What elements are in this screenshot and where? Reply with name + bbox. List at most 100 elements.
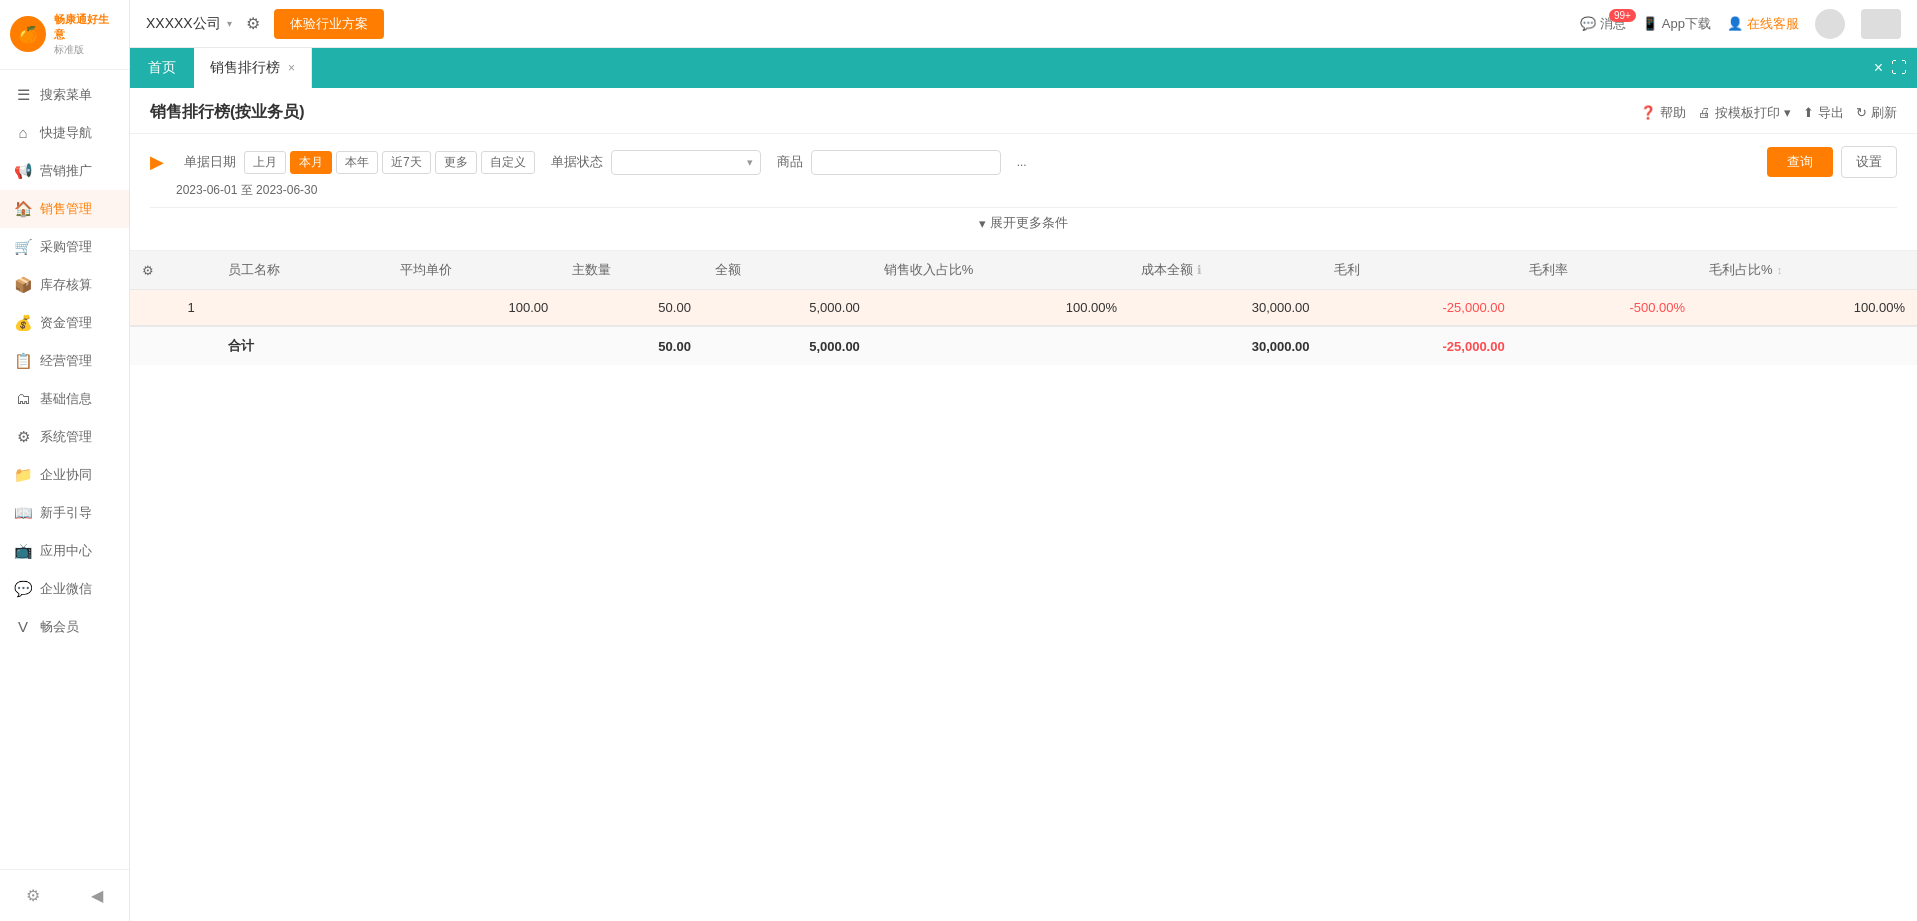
cost-info-icon[interactable]: ℹ bbox=[1197, 263, 1202, 277]
help-label: 帮助 bbox=[1660, 104, 1686, 122]
sidebar-marketing-label: 营销推广 bbox=[40, 162, 92, 180]
sidebar-purchase-label: 采购管理 bbox=[40, 238, 92, 256]
sidebar-purchase-icon: 🛒 bbox=[14, 238, 32, 256]
sidebar-item-enterprise-coop[interactable]: 📁 企业协同 bbox=[0, 456, 129, 494]
sidebar-settings-icon[interactable]: ⚙ bbox=[20, 880, 46, 911]
col-gross-rate-label: 毛利率 bbox=[1529, 261, 1568, 279]
sidebar-item-app-center[interactable]: 📺 应用中心 bbox=[0, 532, 129, 570]
export-button[interactable]: ⬆ 导出 bbox=[1803, 104, 1844, 122]
tab-close-window-icon[interactable]: × bbox=[1874, 59, 1883, 77]
sidebar-item-guide[interactable]: 📖 新手引导 bbox=[0, 494, 129, 532]
sidebar-item-basic-info[interactable]: 🗂 基础信息 bbox=[0, 380, 129, 418]
status-filter: 单据状态 bbox=[551, 150, 761, 175]
row-gross-pct-0: 100.00% bbox=[1697, 290, 1917, 327]
sidebar-app-center-label: 应用中心 bbox=[40, 542, 92, 560]
date-btn-custom[interactable]: 自定义 bbox=[481, 151, 535, 174]
tab-sales-ranking[interactable]: 销售排行榜 × bbox=[194, 48, 312, 88]
date-filter: 单据日期 上月 本月 本年 近7天 更多 自定义 bbox=[184, 151, 535, 174]
tab-fullscreen-icon[interactable]: ⛶ bbox=[1891, 59, 1907, 77]
col-gross-label: 毛利 bbox=[1334, 261, 1360, 279]
app-label: App下载 bbox=[1662, 15, 1711, 33]
logo-title: 畅康通好生意 bbox=[54, 12, 119, 43]
footer-label: 合计 bbox=[216, 326, 388, 365]
sidebar-inventory-label: 库存核算 bbox=[40, 276, 92, 294]
refresh-button[interactable]: ↻ 刷新 bbox=[1856, 104, 1897, 122]
topbar-right: 💬 消息 99+ 📱 App下载 👤 在线客服 bbox=[1580, 9, 1901, 39]
page-header: 销售排行榜(按业务员) ❓ 帮助 🖨 按模板打印 ▾ ⬆ 导出 bbox=[130, 88, 1917, 134]
export-label: 导出 bbox=[1818, 104, 1844, 122]
row-settings-0 bbox=[130, 290, 166, 327]
main-area: XXXXX公司 ▾ ⚙ 体验行业方案 💬 消息 99+ 📱 App下载 👤 在线… bbox=[130, 0, 1917, 921]
topbar-gear-icon[interactable]: ⚙ bbox=[246, 14, 260, 33]
print-label: 按模板打印 bbox=[1715, 104, 1780, 122]
footer-empty-1 bbox=[130, 326, 166, 365]
sidebar-nav: ☰ 搜索菜单 ⌂ 快捷导航 📢 营销推广 🏠 销售管理 🛒 采购管理 📦 库存核… bbox=[0, 70, 129, 869]
content-area: 销售排行榜(按业务员) ❓ 帮助 🖨 按模板打印 ▾ ⬆ 导出 bbox=[130, 88, 1917, 921]
date-range-buttons: 上月 本月 本年 近7天 更多 自定义 bbox=[244, 151, 535, 174]
service-label: 在线客服 bbox=[1747, 15, 1799, 33]
page-actions: ❓ 帮助 🖨 按模板打印 ▾ ⬆ 导出 ↻ 刷新 bbox=[1640, 104, 1897, 122]
date-btn-this-month[interactable]: 本月 bbox=[290, 151, 332, 174]
tab-controls: × ⛶ bbox=[1864, 48, 1917, 88]
sidebar-item-system[interactable]: ⚙ 系统管理 bbox=[0, 418, 129, 456]
date-range-text: 2023-06-01 至 2023-06-30 bbox=[176, 183, 317, 197]
col-name-label: 员工名称 bbox=[228, 261, 280, 279]
sidebar-item-enterprise-wx[interactable]: 💬 企业微信 bbox=[0, 570, 129, 608]
date-btn-this-year[interactable]: 本年 bbox=[336, 151, 378, 174]
user-avatar[interactable] bbox=[1815, 9, 1845, 39]
date-btn-more[interactable]: 更多 bbox=[435, 151, 477, 174]
filter-right-actions: 查询 设置 bbox=[1767, 146, 1897, 178]
tab-close-icon[interactable]: × bbox=[288, 61, 295, 75]
app-download-button[interactable]: 📱 App下载 bbox=[1642, 15, 1711, 33]
status-select[interactable] bbox=[611, 150, 761, 175]
column-settings-icon[interactable]: ⚙ bbox=[142, 263, 154, 278]
footer-gross: -25,000.00 bbox=[1322, 326, 1517, 365]
row-gross-rate-0: -500.00% bbox=[1517, 290, 1697, 327]
sidebar-item-search[interactable]: ☰ 搜索菜单 bbox=[0, 76, 129, 114]
message-button[interactable]: 💬 消息 99+ bbox=[1580, 15, 1626, 33]
user-name-area bbox=[1861, 9, 1901, 39]
sidebar-system-label: 系统管理 bbox=[40, 428, 92, 446]
date-btn-7days[interactable]: 近7天 bbox=[382, 151, 431, 174]
print-icon: 🖨 bbox=[1698, 105, 1711, 120]
footer-cost: 30,000.00 bbox=[1129, 326, 1322, 365]
footer-quantity: 50.00 bbox=[560, 326, 703, 365]
table-footer-row: 合计 50.00 5,000.00 30,000.00 -25,000.00 bbox=[130, 326, 1917, 365]
sidebar-item-marketing[interactable]: 📢 营销推广 bbox=[0, 152, 129, 190]
more-filters-icon[interactable]: ... bbox=[1017, 155, 1027, 169]
gross-pct-sort-icon[interactable]: ↕ bbox=[1777, 264, 1783, 276]
table-row: 1 100.00 50.00 5,000.00 100.00% 30,000.0… bbox=[130, 290, 1917, 327]
sidebar-finance-label: 资金管理 bbox=[40, 314, 92, 332]
filter-toggle-arrow[interactable]: ▶ bbox=[150, 151, 164, 173]
sidebar-collapse-icon[interactable]: ◀ bbox=[85, 880, 109, 911]
tab-home[interactable]: 首页 bbox=[130, 48, 194, 88]
col-quantity: 主数量 bbox=[560, 251, 703, 290]
query-button[interactable]: 查询 bbox=[1767, 147, 1833, 177]
sidebar: 🍊 畅康通好生意 标准版 ☰ 搜索菜单 ⌂ 快捷导航 📢 营销推广 🏠 销售管理… bbox=[0, 0, 130, 921]
sidebar-item-quick-nav[interactable]: ⌂ 快捷导航 bbox=[0, 114, 129, 152]
goods-filter-label: 商品 bbox=[777, 153, 803, 171]
expand-more-conditions[interactable]: ▾ 展开更多条件 bbox=[150, 207, 1897, 238]
sidebar-basic-info-label: 基础信息 bbox=[40, 390, 92, 408]
sidebar-item-purchase[interactable]: 🛒 采购管理 bbox=[0, 228, 129, 266]
sidebar-sales-icon: 🏠 bbox=[14, 200, 32, 218]
content-inner: 销售排行榜(按业务员) ❓ 帮助 🖨 按模板打印 ▾ ⬆ 导出 bbox=[130, 88, 1917, 365]
filter-row: ▶ 单据日期 上月 本月 本年 近7天 更多 自定义 bbox=[150, 146, 1897, 178]
sidebar-item-member[interactable]: V 畅会员 bbox=[0, 608, 129, 646]
sidebar-item-operations[interactable]: 📋 经营管理 bbox=[0, 342, 129, 380]
template-print-button[interactable]: 🖨 按模板打印 ▾ bbox=[1698, 104, 1791, 122]
online-service-button[interactable]: 👤 在线客服 bbox=[1727, 15, 1799, 33]
company-selector[interactable]: XXXXX公司 ▾ bbox=[146, 15, 232, 33]
trial-button[interactable]: 体验行业方案 bbox=[274, 9, 384, 39]
row-name-0 bbox=[216, 290, 388, 327]
sidebar-item-finance[interactable]: 💰 资金管理 bbox=[0, 304, 129, 342]
setting-button[interactable]: 设置 bbox=[1841, 146, 1897, 178]
col-amount: 全额 bbox=[703, 251, 872, 290]
row-quantity-0: 50.00 bbox=[560, 290, 703, 327]
sidebar-item-inventory[interactable]: 📦 库存核算 bbox=[0, 266, 129, 304]
goods-input[interactable] bbox=[811, 150, 1001, 175]
help-button[interactable]: ❓ 帮助 bbox=[1640, 104, 1686, 122]
goods-filter: 商品 bbox=[777, 150, 1001, 175]
date-btn-last-month[interactable]: 上月 bbox=[244, 151, 286, 174]
sidebar-item-sales[interactable]: 🏠 销售管理 bbox=[0, 190, 129, 228]
